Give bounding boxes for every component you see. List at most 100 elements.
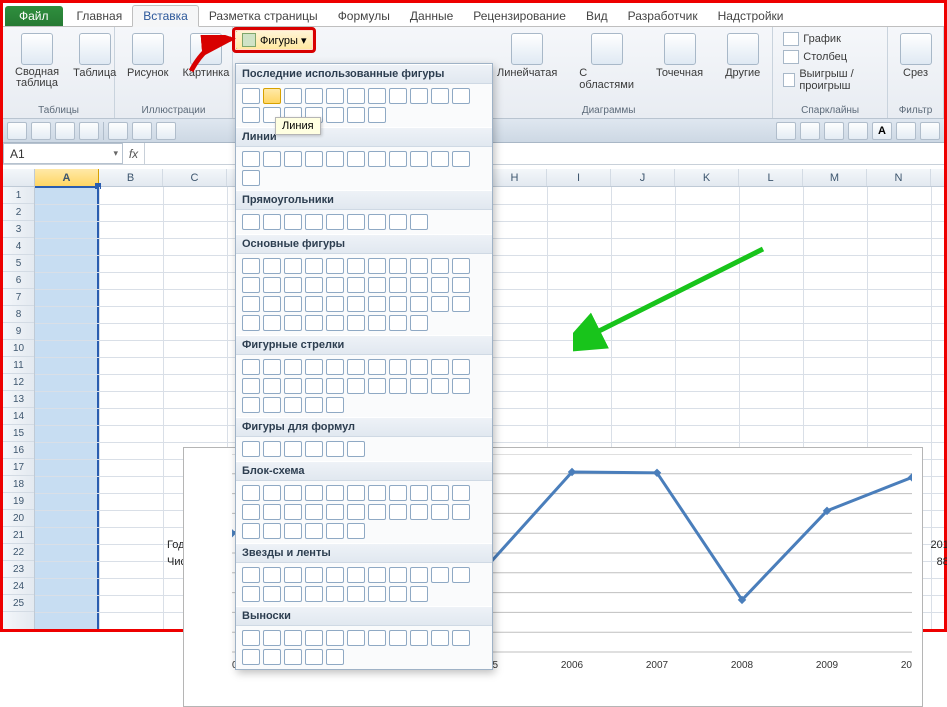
- tab-pagelayout[interactable]: Разметка страницы: [199, 6, 328, 26]
- shape-item-3-24[interactable]: [284, 296, 302, 312]
- shape-item-7-11[interactable]: [242, 586, 260, 602]
- tab-addins[interactable]: Надстройки: [708, 6, 794, 26]
- shape-item-4-8[interactable]: [410, 359, 428, 375]
- shape-item-0-11[interactable]: [242, 107, 260, 123]
- row-header-16[interactable]: 16: [3, 442, 34, 459]
- toolbar-btn-r4[interactable]: [848, 122, 868, 140]
- shape-item-1-1[interactable]: [263, 151, 281, 167]
- shape-item-3-1[interactable]: [263, 258, 281, 274]
- shape-item-3-12[interactable]: [263, 277, 281, 293]
- shape-item-3-2[interactable]: [284, 258, 302, 274]
- shape-item-1-8[interactable]: [410, 151, 428, 167]
- row-header-12[interactable]: 12: [3, 374, 34, 391]
- shape-item-4-17[interactable]: [368, 378, 386, 394]
- shape-item-3-32[interactable]: [452, 296, 470, 312]
- other-charts-button[interactable]: Другие: [721, 31, 764, 93]
- shape-item-0-10[interactable]: [452, 88, 470, 104]
- shape-item-4-26[interactable]: [326, 397, 344, 413]
- shape-item-1-3[interactable]: [305, 151, 323, 167]
- shape-item-6-20[interactable]: [431, 504, 449, 520]
- shape-item-5-0[interactable]: [242, 441, 260, 457]
- shape-item-6-3[interactable]: [305, 485, 323, 501]
- shape-item-6-16[interactable]: [347, 504, 365, 520]
- toolbar-btn-r7[interactable]: [920, 122, 940, 140]
- shape-item-7-14[interactable]: [305, 586, 323, 602]
- shape-item-1-0[interactable]: [242, 151, 260, 167]
- shape-item-4-11[interactable]: [242, 378, 260, 394]
- row-header-1[interactable]: 1: [3, 187, 34, 204]
- shape-item-4-6[interactable]: [368, 359, 386, 375]
- sparkline-line-button[interactable]: График: [781, 31, 879, 47]
- shape-item-4-10[interactable]: [452, 359, 470, 375]
- shape-item-2-3[interactable]: [305, 214, 323, 230]
- shape-item-6-23[interactable]: [263, 523, 281, 539]
- shape-item-5-1[interactable]: [263, 441, 281, 457]
- shape-item-4-0[interactable]: [242, 359, 260, 375]
- shape-item-3-29[interactable]: [389, 296, 407, 312]
- shape-item-6-4[interactable]: [326, 485, 344, 501]
- shape-item-4-20[interactable]: [431, 378, 449, 394]
- shape-item-7-10[interactable]: [452, 567, 470, 583]
- column-header-J[interactable]: J: [611, 169, 675, 186]
- row-header-17[interactable]: 17: [3, 459, 34, 476]
- shape-item-4-2[interactable]: [284, 359, 302, 375]
- name-box[interactable]: A1: [3, 143, 123, 164]
- shape-item-2-5[interactable]: [347, 214, 365, 230]
- shape-item-0-16[interactable]: [347, 107, 365, 123]
- row-header-6[interactable]: 6: [3, 272, 34, 289]
- shape-item-8-15[interactable]: [326, 649, 344, 665]
- shape-item-3-5[interactable]: [347, 258, 365, 274]
- shape-item-7-7[interactable]: [389, 567, 407, 583]
- shape-item-7-15[interactable]: [326, 586, 344, 602]
- shape-item-7-19[interactable]: [410, 586, 428, 602]
- shape-item-3-14[interactable]: [305, 277, 323, 293]
- toolbar-btn-r1[interactable]: [776, 122, 796, 140]
- row-header-14[interactable]: 14: [3, 408, 34, 425]
- row-header-20[interactable]: 20: [3, 510, 34, 527]
- shape-item-8-9[interactable]: [431, 630, 449, 646]
- shape-item-6-0[interactable]: [242, 485, 260, 501]
- column-header-A[interactable]: A: [35, 169, 99, 186]
- shape-item-4-3[interactable]: [305, 359, 323, 375]
- shape-item-7-6[interactable]: [368, 567, 386, 583]
- tab-data[interactable]: Данные: [400, 6, 463, 26]
- shape-item-6-6[interactable]: [368, 485, 386, 501]
- row-header-5[interactable]: 5: [3, 255, 34, 272]
- shape-item-7-8[interactable]: [410, 567, 428, 583]
- shape-item-3-4[interactable]: [326, 258, 344, 274]
- shape-item-3-6[interactable]: [368, 258, 386, 274]
- shape-item-2-4[interactable]: [326, 214, 344, 230]
- fx-icon[interactable]: fx: [123, 143, 145, 164]
- shape-item-6-25[interactable]: [305, 523, 323, 539]
- shape-item-6-12[interactable]: [263, 504, 281, 520]
- area-chart-button[interactable]: С областями: [575, 31, 638, 93]
- shape-item-3-19[interactable]: [410, 277, 428, 293]
- shape-item-4-1[interactable]: [263, 359, 281, 375]
- shape-item-7-4[interactable]: [326, 567, 344, 583]
- toolbar-btn-3[interactable]: [55, 122, 75, 140]
- shape-item-3-35[interactable]: [284, 315, 302, 331]
- toolbar-btn-5[interactable]: [108, 122, 128, 140]
- shape-item-7-16[interactable]: [347, 586, 365, 602]
- selection-handle[interactable]: [95, 183, 101, 189]
- shape-item-1-10[interactable]: [452, 151, 470, 167]
- shape-item-4-4[interactable]: [326, 359, 344, 375]
- shape-item-6-8[interactable]: [410, 485, 428, 501]
- shape-item-0-3[interactable]: [305, 88, 323, 104]
- shape-item-0-15[interactable]: [326, 107, 344, 123]
- shape-item-3-15[interactable]: [326, 277, 344, 293]
- shape-item-3-13[interactable]: [284, 277, 302, 293]
- toolbar-btn-r6[interactable]: [896, 122, 916, 140]
- shape-item-4-21[interactable]: [452, 378, 470, 394]
- shape-item-3-26[interactable]: [326, 296, 344, 312]
- shape-item-3-16[interactable]: [347, 277, 365, 293]
- shape-item-6-14[interactable]: [305, 504, 323, 520]
- column-header-K[interactable]: K: [675, 169, 739, 186]
- row-header-3[interactable]: 3: [3, 221, 34, 238]
- toolbar-btn-r3[interactable]: [824, 122, 844, 140]
- shape-item-3-30[interactable]: [410, 296, 428, 312]
- shape-item-3-22[interactable]: [242, 296, 260, 312]
- shape-item-7-17[interactable]: [368, 586, 386, 602]
- shape-item-8-5[interactable]: [347, 630, 365, 646]
- shape-item-3-0[interactable]: [242, 258, 260, 274]
